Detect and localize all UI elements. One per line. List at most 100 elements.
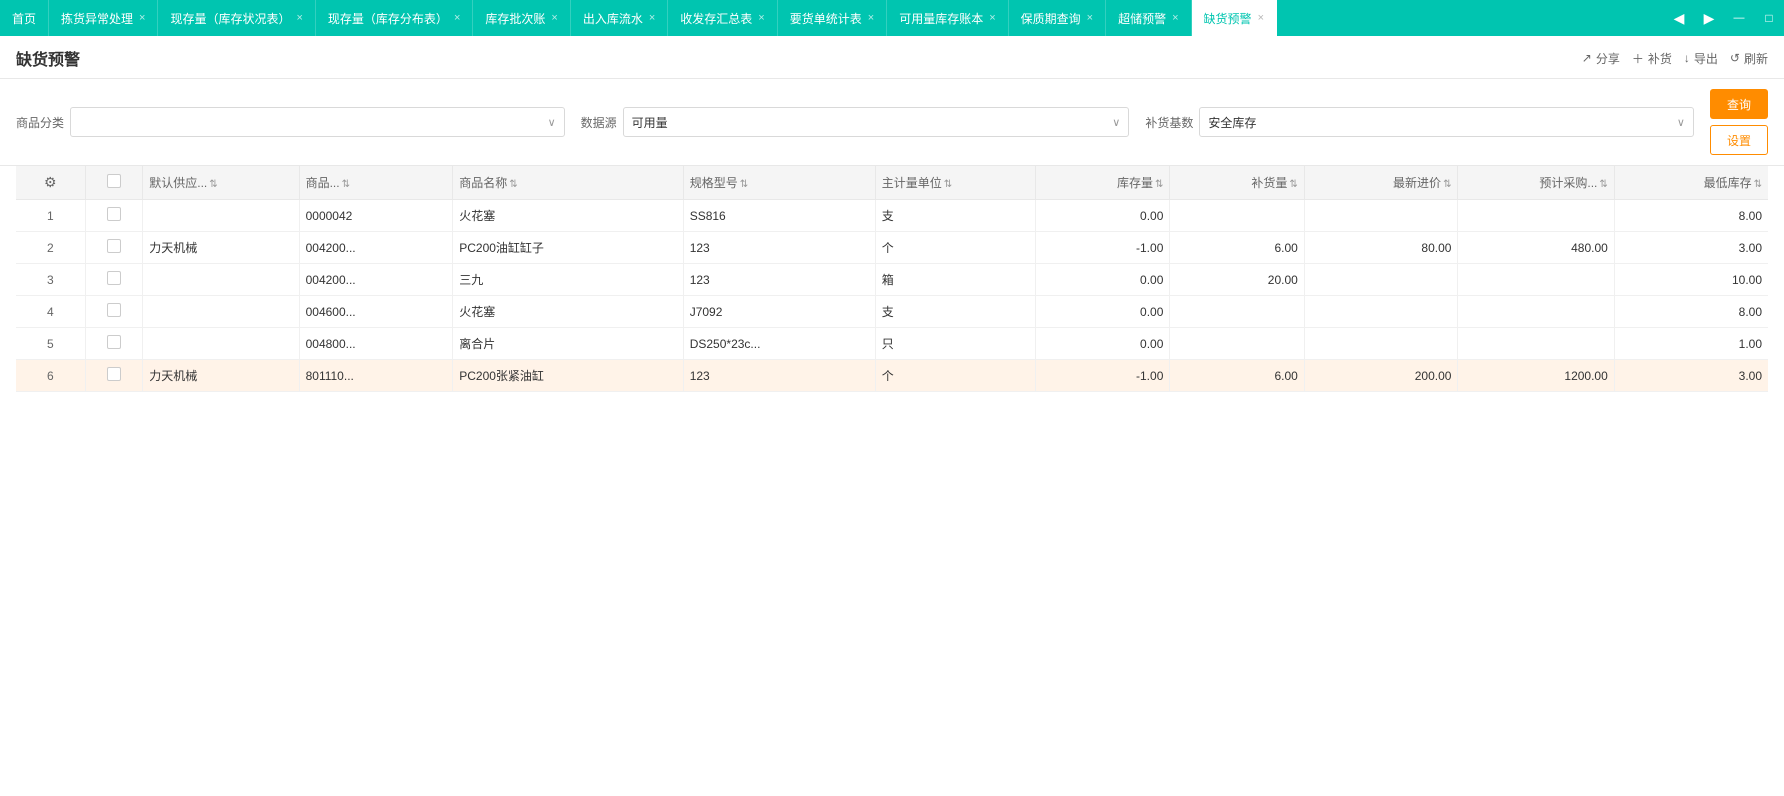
- nav-tab-1[interactable]: 拣货异常处理×: [49, 0, 158, 36]
- nav-tab-close-11[interactable]: ×: [1258, 12, 1264, 24]
- sort-supplier-icon[interactable]: ⇅: [209, 179, 217, 190]
- tabs-scroll-prev[interactable]: ◀: [1664, 0, 1694, 36]
- sort-price-icon[interactable]: ⇅: [1443, 179, 1451, 190]
- table-row: 4004600...火花塞J7092支0.008.00: [16, 296, 1768, 328]
- datasource-filter-select[interactable]: 可用量 ∨: [623, 107, 1130, 137]
- th-minstock: 最低库存⇅: [1614, 166, 1768, 200]
- nav-controls: ◀ ▶ — □: [1664, 0, 1784, 36]
- cell-supplier-1: 力天机械: [143, 232, 299, 264]
- page-content: 缺货预警 ↗ 分享 ＋ 补货 ↓ 导出 ↺ 刷新 商品分类: [0, 36, 1784, 796]
- row-checkbox-2[interactable]: [107, 271, 121, 285]
- nav-tab-9[interactable]: 保质期查询×: [1009, 0, 1106, 36]
- sort-unit-icon[interactable]: ⇅: [944, 179, 952, 190]
- nav-tab-close-10[interactable]: ×: [1172, 12, 1178, 24]
- replenish-basis-chevron-icon: ∨: [1677, 116, 1685, 129]
- sort-stock-icon[interactable]: ⇅: [1155, 179, 1163, 190]
- cell-name-2: 三九: [453, 264, 683, 296]
- nav-tab-close-7[interactable]: ×: [868, 12, 874, 24]
- filter-bar: 商品分类 ∨ 数据源 可用量 ∨ 补货基数 安全库存 ∨ 查询 设置: [0, 79, 1784, 166]
- nav-tab-11[interactable]: 缺货预警 ×: [1192, 0, 1277, 36]
- datasource-chevron-icon: ∨: [1112, 116, 1120, 129]
- nav-tab-close-8[interactable]: ×: [989, 12, 995, 24]
- cell-minstock-5: 3.00: [1614, 360, 1768, 392]
- row-checkbox-4[interactable]: [107, 335, 121, 349]
- cell-name-1: PC200油缸缸子: [453, 232, 683, 264]
- data-table-container: ⚙ 默认供应...⇅ 商品...⇅ 商品名称⇅ 规格型号⇅: [0, 166, 1784, 392]
- replenish-basis-select[interactable]: 安全库存 ∨: [1199, 107, 1694, 137]
- row-checkbox-3[interactable]: [107, 303, 121, 317]
- category-filter-select[interactable]: ∨: [70, 107, 565, 137]
- row-checkbox-1[interactable]: [107, 239, 121, 253]
- nav-tab-close-6[interactable]: ×: [758, 12, 764, 24]
- cell-index-5: 6: [16, 360, 85, 392]
- export-icon: ↓: [1684, 51, 1690, 65]
- nav-tab-7[interactable]: 要货单统计表×: [778, 0, 887, 36]
- datasource-filter-group: 数据源 可用量 ∨: [581, 107, 1130, 137]
- nav-tab-close-5[interactable]: ×: [649, 12, 655, 24]
- cell-stock-2: 0.00: [1035, 264, 1169, 296]
- row-checkbox-0[interactable]: [107, 207, 121, 221]
- window-maximize[interactable]: □: [1754, 0, 1784, 36]
- sort-code-icon[interactable]: ⇅: [342, 179, 350, 190]
- nav-tab-label-8: 可用量库存账本: [899, 10, 983, 27]
- cell-unit-5: 个: [875, 360, 1035, 392]
- cell-minstock-4: 1.00: [1614, 328, 1768, 360]
- share-button[interactable]: ↗ 分享: [1582, 50, 1620, 67]
- nav-tab-2[interactable]: 现存量（库存状况表）×: [158, 0, 315, 36]
- row-checkbox-5[interactable]: [107, 367, 121, 381]
- nav-tab-close-9[interactable]: ×: [1087, 12, 1093, 24]
- nav-tab-label-10: 超储预警: [1118, 10, 1166, 27]
- cell-spec-0: SS816: [683, 200, 875, 232]
- settings-button[interactable]: 设置: [1710, 125, 1768, 155]
- nav-tab-label-11: 缺货预警: [1204, 10, 1252, 27]
- nav-tab-close-2[interactable]: ×: [296, 12, 302, 24]
- cell-spec-1: 123: [683, 232, 875, 264]
- sort-minstock-icon[interactable]: ⇅: [1754, 179, 1762, 190]
- nav-tab-close-3[interactable]: ×: [454, 12, 460, 24]
- cell-price-3: [1304, 296, 1458, 328]
- cell-name-4: 离合片: [453, 328, 683, 360]
- cell-checkbox-3: [85, 296, 143, 328]
- nav-tab-4[interactable]: 库存批次账 ×: [473, 0, 570, 36]
- nav-tab-8[interactable]: 可用量库存账本 ×: [887, 0, 1008, 36]
- sort-name-icon[interactable]: ⇅: [509, 179, 517, 190]
- sort-replenish-icon[interactable]: ⇅: [1289, 179, 1297, 190]
- category-filter-label: 商品分类: [16, 114, 64, 131]
- select-all-checkbox[interactable]: [107, 174, 121, 188]
- share-icon: ↗: [1582, 51, 1592, 65]
- nav-tab-close-4[interactable]: ×: [551, 12, 557, 24]
- nav-tab-close-1[interactable]: ×: [139, 12, 145, 24]
- nav-tab-6[interactable]: 收发存汇总表×: [668, 0, 777, 36]
- cell-checkbox-5: [85, 360, 143, 392]
- replenish-button[interactable]: ＋ 补货: [1632, 50, 1672, 67]
- cell-index-4: 5: [16, 328, 85, 360]
- window-minimize[interactable]: —: [1724, 0, 1754, 36]
- cell-name-0: 火花塞: [453, 200, 683, 232]
- sort-spec-icon[interactable]: ⇅: [740, 179, 748, 190]
- cell-unit-4: 只: [875, 328, 1035, 360]
- refresh-icon: ↺: [1730, 51, 1740, 65]
- replenish-basis-filter-group: 补货基数 安全库存 ∨: [1145, 107, 1694, 137]
- sort-purchase-icon[interactable]: ⇅: [1599, 179, 1607, 190]
- refresh-button[interactable]: ↺ 刷新: [1730, 50, 1768, 67]
- cell-unit-2: 箱: [875, 264, 1035, 296]
- cell-stock-0: 0.00: [1035, 200, 1169, 232]
- cell-unit-3: 支: [875, 296, 1035, 328]
- tabs-scroll-next[interactable]: ▶: [1694, 0, 1724, 36]
- cell-purchase-5: 1200.00: [1458, 360, 1614, 392]
- cell-price-5: 200.00: [1304, 360, 1458, 392]
- cell-minstock-0: 8.00: [1614, 200, 1768, 232]
- table-settings-icon[interactable]: ⚙: [44, 174, 57, 190]
- nav-tab-3[interactable]: 现存量（库存分布表）×: [316, 0, 473, 36]
- query-button[interactable]: 查询: [1710, 89, 1768, 119]
- category-chevron-icon: ∨: [548, 116, 556, 129]
- nav-tab-0[interactable]: 首页: [0, 0, 49, 36]
- cell-code-3: 004600...: [299, 296, 453, 328]
- cell-checkbox-0: [85, 200, 143, 232]
- table-row: 10000042火花塞SS816支0.008.00: [16, 200, 1768, 232]
- export-button[interactable]: ↓ 导出: [1684, 50, 1718, 67]
- nav-tab-10[interactable]: 超储预警 ×: [1106, 0, 1191, 36]
- nav-tab-5[interactable]: 出入库流水×: [571, 0, 668, 36]
- nav-tab-label-4: 库存批次账: [485, 10, 545, 27]
- cell-code-2: 004200...: [299, 264, 453, 296]
